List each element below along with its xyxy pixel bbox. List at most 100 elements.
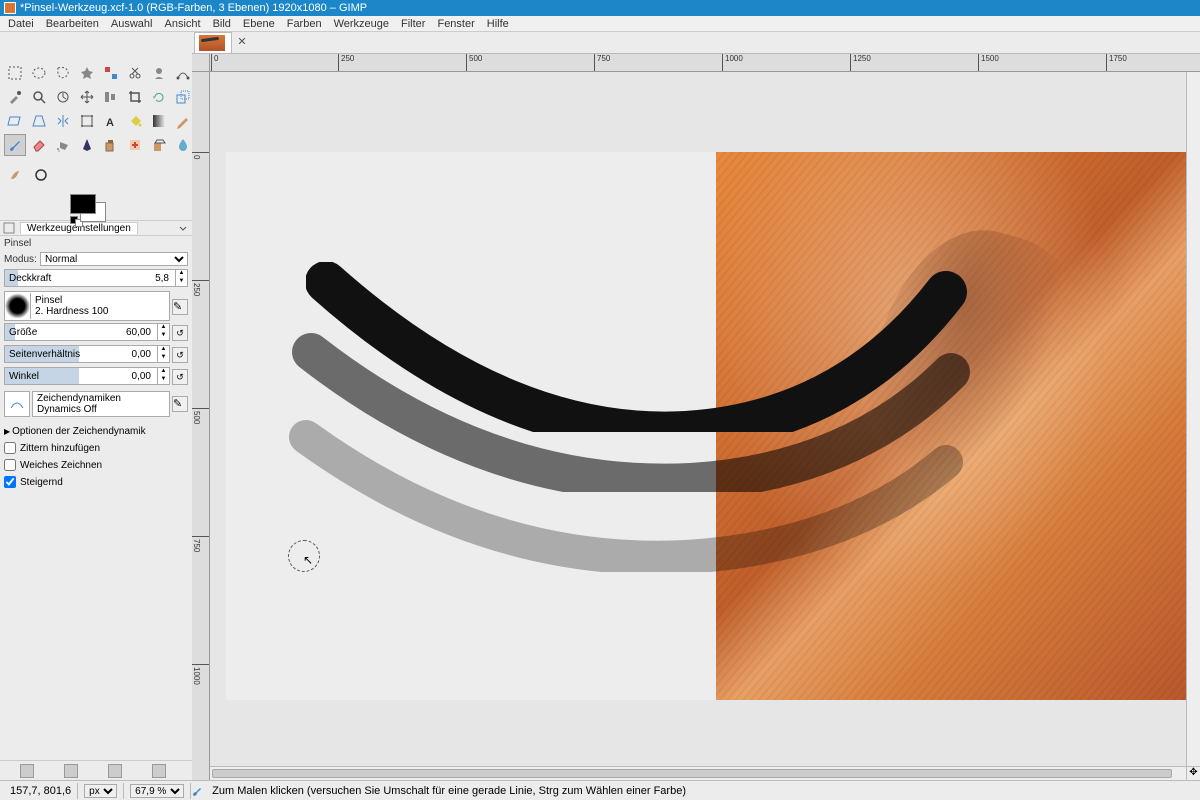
status-hint: Zum Malen klicken (versuchen Sie Umschal… [206,785,1196,797]
size-reset-button[interactable]: ↺ [172,325,188,341]
panel-menu-icon[interactable] [178,223,188,233]
tool-move[interactable] [76,86,98,108]
tool-fuzzy-select[interactable] [76,62,98,84]
color-swatches[interactable] [0,190,192,220]
menu-edit[interactable]: Bearbeiten [40,18,105,30]
menu-tools[interactable]: Werkzeuge [328,18,395,30]
tool-ink[interactable] [76,134,98,156]
dynamics-edit-button[interactable]: ✎ [172,396,188,412]
menu-file[interactable]: Datei [2,18,40,30]
left-panel: A Werkzeugeinstellungen [0,32,192,780]
app-icon [4,2,16,14]
tool-shear[interactable] [4,110,26,132]
dynamics-selector[interactable]: Zeichendynamiken Dynamics Off ✎ [4,389,188,419]
ruler-corner [192,54,210,72]
tool-flip[interactable] [52,110,74,132]
tool-bucket-fill[interactable] [124,110,146,132]
scrollbar-vertical[interactable] [1186,72,1200,766]
menu-windows[interactable]: Fenster [431,18,480,30]
tool-dodge-burn[interactable] [30,164,52,186]
canvas-navigator-icon[interactable]: ✥ [1186,766,1200,780]
tool-eraser[interactable] [28,134,50,156]
menu-image[interactable]: Bild [207,18,237,30]
tool-pencil[interactable] [172,110,194,132]
tool-blur[interactable] [172,134,194,156]
tool-align[interactable] [100,86,122,108]
status-coords: 157,7, 801,6 [4,783,78,799]
delete-options-icon[interactable] [108,764,122,778]
status-bar: 157,7, 801,6 px 67,9 % Zum Malen klicken… [0,780,1200,800]
reset-options-icon[interactable] [152,764,166,778]
zoom-select[interactable]: 67,9 % [130,784,184,798]
tool-smudge[interactable] [4,164,26,186]
tool-foreground-select[interactable] [148,62,170,84]
tool-crop[interactable] [124,86,146,108]
menu-select[interactable]: Auswahl [105,18,159,30]
save-options-icon[interactable] [20,764,34,778]
smooth-label: Weiches Zeichnen [20,460,102,471]
incremental-label: Steigernd [20,477,63,488]
unit-select[interactable]: px [84,784,117,798]
close-tab-icon[interactable]: ✕ [235,36,249,50]
tool-airbrush[interactable] [52,134,74,156]
svg-text:A: A [106,117,114,129]
tool-clone[interactable] [100,134,122,156]
brush-hint-icon [191,785,203,797]
window-title: *Pinsel-Werkzeug.xcf-1.0 (RGB-Farben, 3 … [20,2,1196,14]
menu-filters[interactable]: Filter [395,18,431,30]
menu-view[interactable]: Ansicht [158,18,206,30]
smooth-checkbox[interactable] [4,459,16,471]
tool-perspective-clone[interactable] [148,134,170,156]
tool-scissors[interactable] [124,62,146,84]
scrollbar-horizontal[interactable] [210,766,1186,780]
title-bar: *Pinsel-Werkzeug.xcf-1.0 (RGB-Farben, 3 … [0,0,1200,16]
brush-edit-button[interactable]: ✎ [172,299,188,315]
brush-selector[interactable]: Pinsel 2. Hardness 100 [4,291,170,321]
tool-paths[interactable] [172,62,194,84]
tool-ellipse-select[interactable] [28,62,50,84]
aspect-slider[interactable]: Seitenverhältnis 0,00 ▲▼ [4,345,170,363]
jitter-checkbox[interactable] [4,442,16,454]
tool-rect-select[interactable] [4,62,26,84]
tool-options-tab: Werkzeugeinstellungen [0,220,192,236]
tool-blend[interactable] [148,110,170,132]
aspect-reset-button[interactable]: ↺ [172,347,188,363]
foreground-color[interactable] [70,194,96,214]
restore-options-icon[interactable] [64,764,78,778]
tool-options-panel: Pinsel Modus: Normal Deckkraft 5,8 ▲▼ Pi… [0,236,192,760]
menu-bar: Datei Bearbeiten Auswahl Ansicht Bild Eb… [0,16,1200,32]
tool-perspective[interactable] [28,110,50,132]
ruler-vertical[interactable]: 0 250 500 750 1000 [192,72,210,766]
tool-options-icon [2,221,16,235]
tool-measure[interactable] [52,86,74,108]
document-tab[interactable] [194,32,232,54]
menu-layer[interactable]: Ebene [237,18,281,30]
dynamics-options-expander[interactable]: Optionen der Zeichendynamik [4,423,188,439]
ruler-horizontal[interactable]: 0 250 500 750 1000 1250 1500 1750 [210,54,1186,72]
tool-color-picker[interactable] [4,86,26,108]
angle-slider[interactable]: Winkel 0,00 ▲▼ [4,367,170,385]
menu-colors[interactable]: Farben [281,18,328,30]
angle-reset-button[interactable]: ↺ [172,369,188,385]
mode-select[interactable]: Normal [40,252,188,266]
canvas[interactable] [226,152,1186,700]
brush-stroke-3 [286,412,1006,572]
opacity-slider[interactable]: Deckkraft 5,8 ▲▼ [4,269,188,287]
menu-help[interactable]: Hilfe [481,18,515,30]
tool-scale[interactable] [172,86,194,108]
tool-free-select[interactable] [52,62,74,84]
tool-zoom[interactable] [28,86,50,108]
brush-thumb-icon [5,293,31,319]
incremental-checkbox[interactable] [4,476,16,488]
tool-cage[interactable] [76,110,98,132]
document-tabs: ✕ [192,32,1200,54]
canvas-viewport[interactable] [210,72,1186,766]
brush-cursor-icon [288,540,320,572]
tool-by-color-select[interactable] [100,62,122,84]
size-slider[interactable]: Größe 60,00 ▲▼ [4,323,170,341]
tool-rotate[interactable] [148,86,170,108]
tool-heal[interactable] [124,134,146,156]
toolbox: A [0,58,192,160]
tool-paintbrush[interactable] [4,134,26,156]
tool-text[interactable]: A [100,110,122,132]
